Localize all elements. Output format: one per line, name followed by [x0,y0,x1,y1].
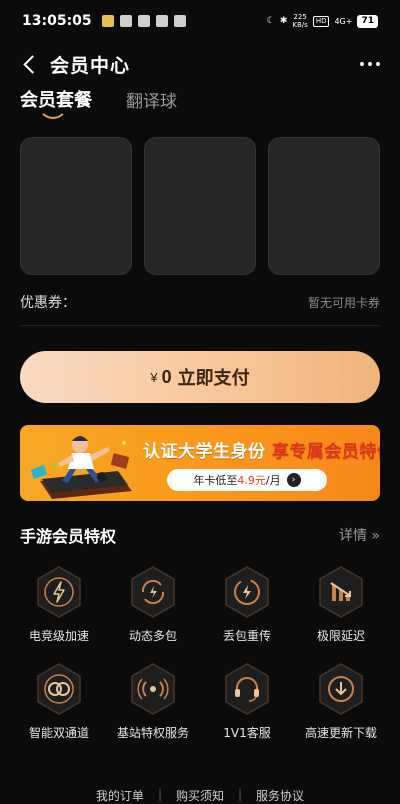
perk-label: 1V1客服 [223,726,271,740]
headset-icon [225,663,269,715]
service-agreement-link[interactable]: 服务协议 [256,787,304,804]
perk-item[interactable]: 丢包重传 [200,565,294,644]
footer-separator: | [238,787,243,801]
qq-notification-icon [137,15,150,27]
footer-separator: | [157,787,162,801]
signal-tower-icon [131,663,175,715]
plan-card[interactable] [268,137,380,275]
promo-headline-part2: 享专属会员特价 [271,442,380,462]
divider [20,325,380,326]
pay-label: 立即支付 [177,368,250,388]
play-notification-icon [119,15,132,27]
tab-active-indicator [42,113,64,119]
coupon-label: 优惠券： [20,295,76,311]
perk-label: 高速更新下载 [304,726,377,740]
nav-bar: 会员中心 [0,44,400,84]
bluetooth-icon: ✱ [279,16,288,26]
promo-headline-part1: 认证大学生身份 [143,442,266,462]
battery-indicator: 71 [357,14,378,28]
perk-label: 电竞级加速 [28,629,89,643]
perks-grid: 电竞级加速 动态多包 丢包重传 极限延迟 智能双通道 基站特权服务 1V1客服 … [12,565,388,741]
back-arrow-icon[interactable] [20,54,40,74]
perk-label: 丢包重传 [222,629,271,643]
tab-bar: 会员套餐 翻译球 [20,86,177,119]
promo-price-pill[interactable]: 年卡低至 4.9元 /月 › [167,469,327,491]
refresh-bolt-icon [131,566,175,618]
pay-now-button[interactable]: ¥ 0 立即支付 [20,351,380,403]
perk-item[interactable]: 1V1客服 [200,662,294,741]
moon-icon: ☾ [266,16,275,26]
download-icon [319,663,363,715]
hd-badge: HD [312,15,330,27]
perk-item[interactable]: 基站特权服务 [106,662,200,741]
promo-headline: 认证大学生身份 享专属会员特价 [143,437,380,462]
bolt-circle-icon [225,566,269,618]
student-illustration [30,436,132,499]
tab-membership-plans[interactable]: 会员套餐 [20,86,92,112]
perk-label: 动态多包 [128,629,177,643]
more-options-icon[interactable] [360,62,380,66]
promo-price-prefix: 年卡低至 [193,474,238,487]
dual-channel-icon [37,663,81,715]
perk-item[interactable]: 智能双通道 [12,662,106,741]
plan-cards [20,137,380,275]
net-speed: 225 KB/s [292,13,308,29]
pay-amount: 0 [161,366,172,387]
page-title: 会员中心 [50,54,131,77]
arrow-right-icon: › [286,473,301,487]
app-notification-icon [101,15,114,27]
perk-label: 极限延迟 [316,629,365,643]
taobao-notification-icon [173,15,186,27]
footer-links: 我的订单 | 购买须知 | 服务协议 [0,787,400,804]
bird-notification-icon [155,15,168,27]
plan-card[interactable] [144,137,256,275]
signal-indicator: 4G+ [334,16,353,26]
currency-symbol: ¥ [150,369,158,385]
status-bar: 13:05:05 ☾ ✱ 225 KB/s HD 4G+ 71 [0,0,400,42]
plan-card[interactable] [20,137,132,275]
coupon-row[interactable]: 优惠券： 暂无可用卡券 [20,292,380,312]
perk-item[interactable]: 动态多包 [106,565,200,644]
perks-detail-link[interactable]: 详情 » [339,525,380,545]
coupon-value: 暂无可用卡券 [307,295,380,310]
status-time: 13:05:05 [22,13,92,29]
purchase-notice-link[interactable]: 购买须知 [176,787,224,804]
chart-down-icon [319,566,363,618]
promo-price-suffix: /月 [265,474,281,487]
my-orders-link[interactable]: 我的订单 [96,787,144,804]
perk-item[interactable]: 极限延迟 [294,565,388,644]
perk-label: 基站特权服务 [116,726,189,740]
promo-price: 4.9元 [237,474,266,487]
student-promo-banner[interactable]: 认证大学生身份 享专属会员特价 年卡低至 4.9元 /月 › [20,425,380,501]
tab-translation-ball[interactable]: 翻译球 [126,87,177,112]
lightning-icon [37,566,81,618]
perk-label: 智能双通道 [28,726,89,740]
perk-item[interactable]: 电竞级加速 [12,565,106,644]
perks-section-title: 手游会员特权 [20,527,117,546]
perks-section-header: 手游会员特权 详情 » [20,523,380,547]
perk-item[interactable]: 高速更新下载 [294,662,388,741]
